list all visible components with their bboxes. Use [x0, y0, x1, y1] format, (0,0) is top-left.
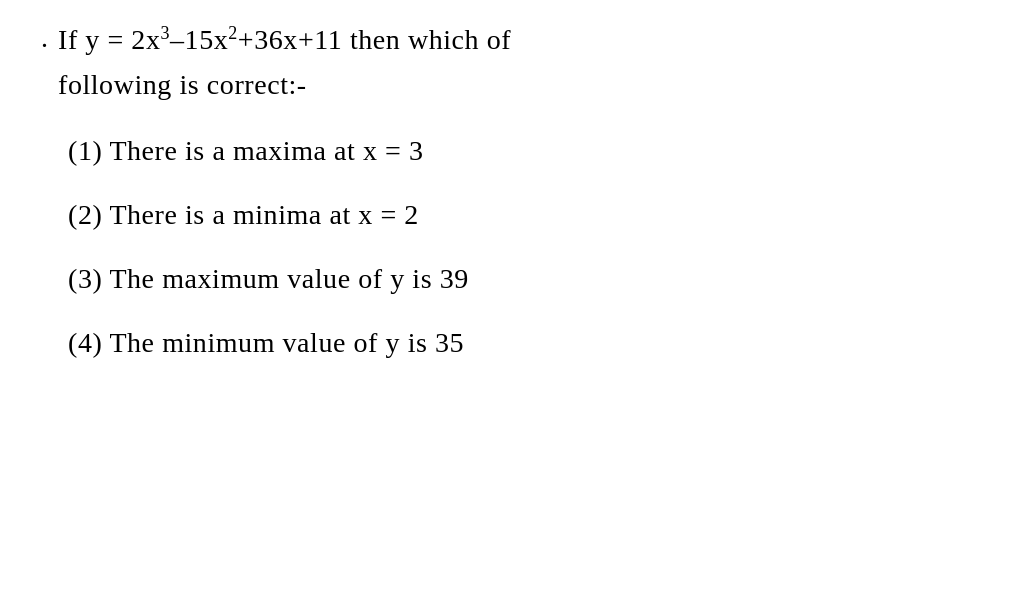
question-mid1: –15x	[170, 24, 228, 55]
question-number: .	[0, 18, 48, 54]
option-2: (2) There is a minima at x = 2	[68, 194, 1004, 236]
question-line2: following is correct:-	[58, 69, 307, 100]
options-list: (1) There is a maxima at x = 3 (2) There…	[58, 130, 1004, 364]
option-1: (1) There is a maxima at x = 3	[68, 130, 1004, 172]
option-3: (3) The maximum value of y is 39	[68, 258, 1004, 300]
question-content: If y = 2x3–15x2+36x+11 then which of fol…	[48, 18, 1024, 364]
question-intro: If y = 2x	[58, 24, 160, 55]
exponent-2: 2	[228, 23, 238, 43]
option-4: (4) The minimum value of y is 35	[68, 322, 1004, 364]
question-mid2: +36x+11 then which of	[238, 24, 511, 55]
exponent-1: 3	[160, 23, 170, 43]
question-text: If y = 2x3–15x2+36x+11 then which of fol…	[58, 18, 1004, 108]
